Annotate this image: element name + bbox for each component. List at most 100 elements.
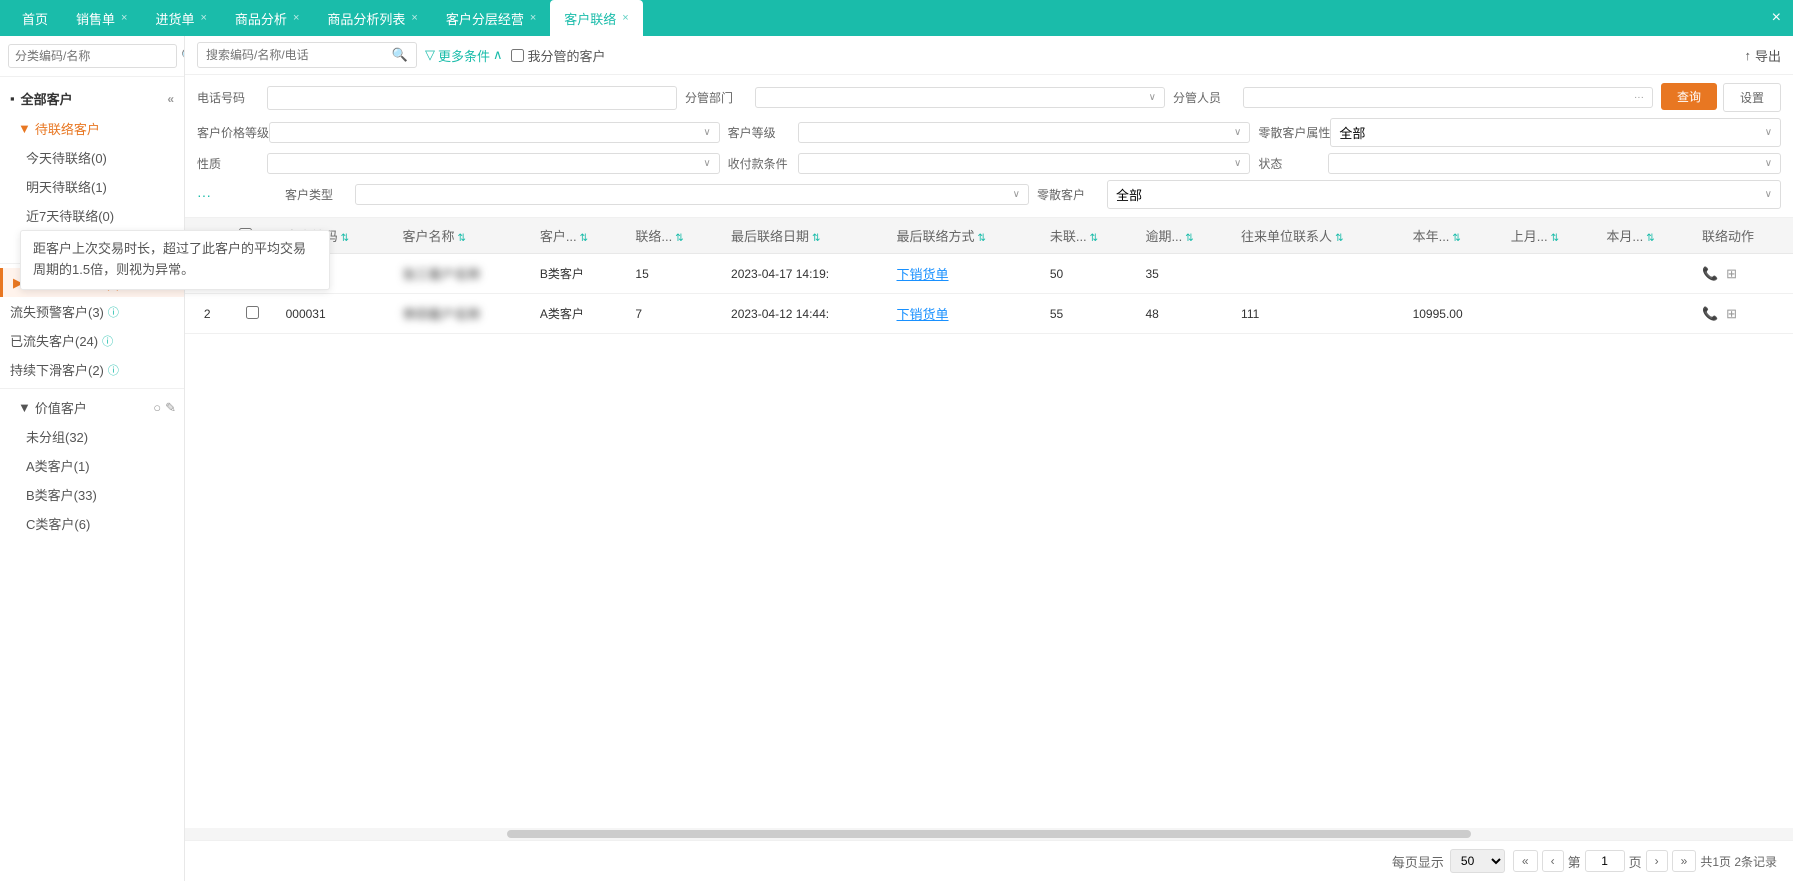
top-nav: 首页 销售单 × 进货单 × 商品分析 × 商品分析列表 × 客户分层经营 × …	[0, 0, 1793, 36]
nav-product-list-close[interactable]: ×	[411, 12, 417, 24]
page-next-button[interactable]: ›	[1646, 850, 1668, 872]
filter-retail-customer-select[interactable]: 全部 ∨	[1107, 180, 1781, 209]
filter-nature-label: 性质	[197, 155, 267, 172]
last-date-sort-icon[interactable]: ⇅	[812, 233, 820, 244]
action-more-icon-2[interactable]: ⊞	[1726, 306, 1737, 322]
overdue-sort-icon[interactable]: ⇅	[1185, 233, 1193, 244]
sidebar-item-tomorrow[interactable]: 明天待联络(1)	[10, 172, 184, 201]
page-number-input[interactable]	[1585, 850, 1625, 872]
query-button[interactable]: 查询	[1661, 83, 1717, 110]
nav-purchase[interactable]: 进货单 ×	[141, 0, 220, 36]
my-customers-check[interactable]	[511, 49, 524, 62]
nav-customer-tier-close[interactable]: ×	[530, 12, 536, 24]
nav-close-all-button[interactable]: ×	[1772, 9, 1781, 27]
row-this-year-2: 10995.00	[1403, 294, 1501, 334]
nav-sales-close[interactable]: ×	[121, 12, 127, 24]
table-col-last-date: 最后联络日期⇅	[721, 218, 886, 254]
sidebar-all-customers[interactable]: ▪ 全部客户 «	[0, 83, 184, 114]
row-last-method-2[interactable]: 下销货单	[887, 294, 1040, 334]
name-sort-icon[interactable]: ⇅	[457, 233, 465, 244]
sidebar-item-c-class[interactable]: C类客户(6)	[10, 509, 184, 538]
sidebar-item-lost-soon[interactable]: 流失预警客户(3) ⓘ	[0, 297, 184, 326]
last-month-sort-icon[interactable]: ⇅	[1551, 233, 1559, 244]
more-ellipsis[interactable]: ···	[197, 187, 211, 203]
nav-sales[interactable]: 销售单 ×	[62, 0, 141, 36]
row-2-checkbox[interactable]	[246, 306, 259, 319]
sidebar-item-b-class[interactable]: B类客户(33)	[10, 480, 184, 509]
sidebar-search-input[interactable]	[8, 44, 177, 68]
nav-customer-tier[interactable]: 客户分层经营 ×	[432, 0, 550, 36]
action-phone-icon-1[interactable]: 📞	[1702, 266, 1718, 282]
filter-customer-level-arrow: ∨	[1234, 127, 1241, 138]
nav-customer-contact-label: 客户联络	[564, 9, 616, 28]
contact-sort-icon[interactable]: ⇅	[675, 233, 683, 244]
table-col-last-method: 最后联络方式⇅	[887, 218, 1040, 254]
sidebar-item-declining[interactable]: 持续下滑客户(2) ⓘ	[0, 355, 184, 384]
contacts-sort-icon[interactable]: ⇅	[1335, 233, 1343, 244]
row-last-method-1[interactable]: 下销货单	[887, 254, 1040, 294]
export-button[interactable]: ↑ 导出	[1744, 46, 1781, 65]
filter-customer-type-select[interactable]: ∨	[355, 184, 1029, 205]
sidebar-all-customers-label: 全部客户	[21, 89, 73, 108]
pagination-bar: 每页显示 50 100 200 « ‹ 第 页 › » 共1页 2条记录	[185, 840, 1793, 881]
filter-price-arrow: ∨	[703, 127, 710, 138]
filter-payment-select[interactable]: ∨	[798, 153, 1251, 174]
sidebar-item-lost[interactable]: 已流失客户(24) ⓘ	[0, 326, 184, 355]
sidebar-item-today[interactable]: 今天待联络(0)	[10, 143, 184, 172]
nav-purchase-close[interactable]: ×	[200, 12, 206, 24]
sidebar-pending-group-title[interactable]: ▼ 待联络客户	[10, 114, 184, 143]
filter-phone-input[interactable]	[267, 86, 677, 110]
value-group-circle-icon[interactable]: ○	[153, 400, 161, 416]
nav-product-analysis-close[interactable]: ×	[293, 12, 299, 24]
settings-button[interactable]: 设置	[1723, 83, 1781, 112]
sidebar-item-7days[interactable]: 近7天待联络(0)	[10, 201, 184, 230]
nav-home[interactable]: 首页	[8, 0, 62, 36]
nav-customer-contact[interactable]: 客户联络 ×	[550, 0, 642, 36]
action-phone-icon-2[interactable]: 📞	[1702, 306, 1718, 322]
action-more-icon-1[interactable]: ⊞	[1726, 266, 1737, 282]
page-first-button[interactable]: «	[1513, 850, 1538, 872]
filter-retail-attr-select[interactable]: 全部 ∨	[1330, 118, 1781, 147]
last-method-link-2[interactable]: 下销货单	[897, 307, 949, 322]
filter-payment-arrow: ∨	[1234, 158, 1241, 169]
filter-dept-select[interactable]: ∨	[755, 87, 1165, 108]
value-group-edit-icon[interactable]: ✎	[165, 400, 176, 416]
filter-nature-select[interactable]: ∨	[267, 153, 720, 174]
sidebar-item-unclassified[interactable]: 未分组(32)	[10, 422, 184, 451]
nav-product-list-label: 商品分析列表	[327, 9, 405, 28]
my-customers-checkbox[interactable]: 我分管的客户	[511, 46, 606, 65]
filter-customer-level-select[interactable]: ∨	[798, 122, 1251, 143]
filter-price-level-label: 客户价格等级	[197, 124, 269, 141]
sidebar-item-a-class[interactable]: A类客户(1)	[10, 451, 184, 480]
pending-sort-icon[interactable]: ⇅	[1090, 233, 1098, 244]
row-name-2: 李四客户名称	[392, 294, 529, 334]
sidebar-value-group-header[interactable]: ▼ 价值客户 ○ ✎	[10, 393, 184, 422]
last-method-sort-icon[interactable]: ⇅	[978, 233, 986, 244]
filter-search-button[interactable]: 🔍	[392, 47, 408, 63]
sidebar-collapse-icon[interactable]: «	[167, 92, 174, 106]
last-method-link-1[interactable]: 下销货单	[897, 267, 949, 282]
nav-customer-tier-label: 客户分层经营	[446, 9, 524, 28]
nav-product-analysis[interactable]: 商品分析 ×	[221, 0, 313, 36]
nav-product-list[interactable]: 商品分析列表 ×	[313, 0, 431, 36]
per-page-select[interactable]: 50 100 200	[1450, 849, 1505, 873]
more-conditions-button[interactable]: ▽ 更多条件 ∧	[425, 46, 503, 65]
filter-status-select[interactable]: ∨	[1328, 153, 1781, 174]
row-checkbox-2[interactable]	[229, 294, 275, 334]
page-last-button[interactable]: »	[1672, 850, 1697, 872]
page-prev-button[interactable]: ‹	[1542, 850, 1564, 872]
filter-person-select[interactable]: ···	[1243, 87, 1653, 108]
table-col-overdue: 逾期...⇅	[1135, 218, 1231, 254]
code-sort-icon[interactable]: ⇅	[341, 233, 349, 244]
filter-retail-customer-arrow: ∨	[1765, 189, 1772, 200]
horizontal-scrollbar[interactable]	[185, 828, 1793, 840]
scrollbar-thumb[interactable]	[507, 830, 1472, 838]
nav-customer-contact-close[interactable]: ×	[622, 12, 628, 24]
this-year-sort-icon[interactable]: ⇅	[1452, 233, 1460, 244]
filter-price-level-select[interactable]: ∨	[269, 122, 720, 143]
this-month-sort-icon[interactable]: ⇅	[1646, 233, 1654, 244]
filter-search-input[interactable]	[206, 48, 392, 62]
more-conditions-arrow: ∧	[493, 47, 503, 63]
category-sort-icon[interactable]: ⇅	[580, 233, 588, 244]
table-body: 1 000039 张三客户名称 B类客户 15 2023-04-17 14:19…	[185, 254, 1793, 334]
